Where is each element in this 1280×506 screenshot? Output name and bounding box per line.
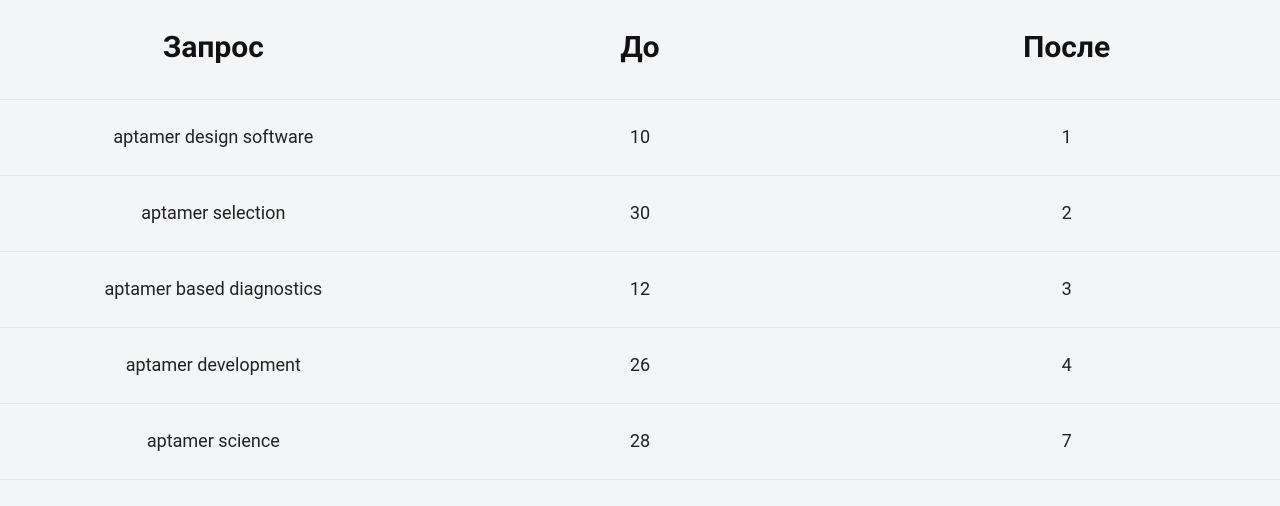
- cell-after: 1: [853, 100, 1280, 176]
- cell-before: 30: [427, 176, 854, 252]
- cell-before: 28: [427, 404, 854, 480]
- cell-before: 10: [427, 100, 854, 176]
- header-after: После: [853, 0, 1280, 100]
- table-header-row: Запрос До После: [0, 0, 1280, 100]
- cell-after: 2: [853, 176, 1280, 252]
- cell-query: aptamer development: [0, 328, 427, 404]
- table-row: aptamer development 26 4: [0, 328, 1280, 404]
- table-row: aptamer selection 30 2: [0, 176, 1280, 252]
- header-query: Запрос: [0, 0, 427, 100]
- ranking-table: Запрос До После aptamer design software …: [0, 0, 1280, 480]
- cell-query: aptamer based diagnostics: [0, 252, 427, 328]
- cell-query: aptamer science: [0, 404, 427, 480]
- cell-query: aptamer design software: [0, 100, 427, 176]
- cell-query: aptamer selection: [0, 176, 427, 252]
- cell-after: 3: [853, 252, 1280, 328]
- table-row: aptamer design software 10 1: [0, 100, 1280, 176]
- cell-after: 7: [853, 404, 1280, 480]
- cell-after: 4: [853, 328, 1280, 404]
- table-row: aptamer science 28 7: [0, 404, 1280, 480]
- cell-before: 26: [427, 328, 854, 404]
- table-row: aptamer based diagnostics 12 3: [0, 252, 1280, 328]
- table-body: aptamer design software 10 1 aptamer sel…: [0, 100, 1280, 480]
- header-before: До: [427, 0, 854, 100]
- cell-before: 12: [427, 252, 854, 328]
